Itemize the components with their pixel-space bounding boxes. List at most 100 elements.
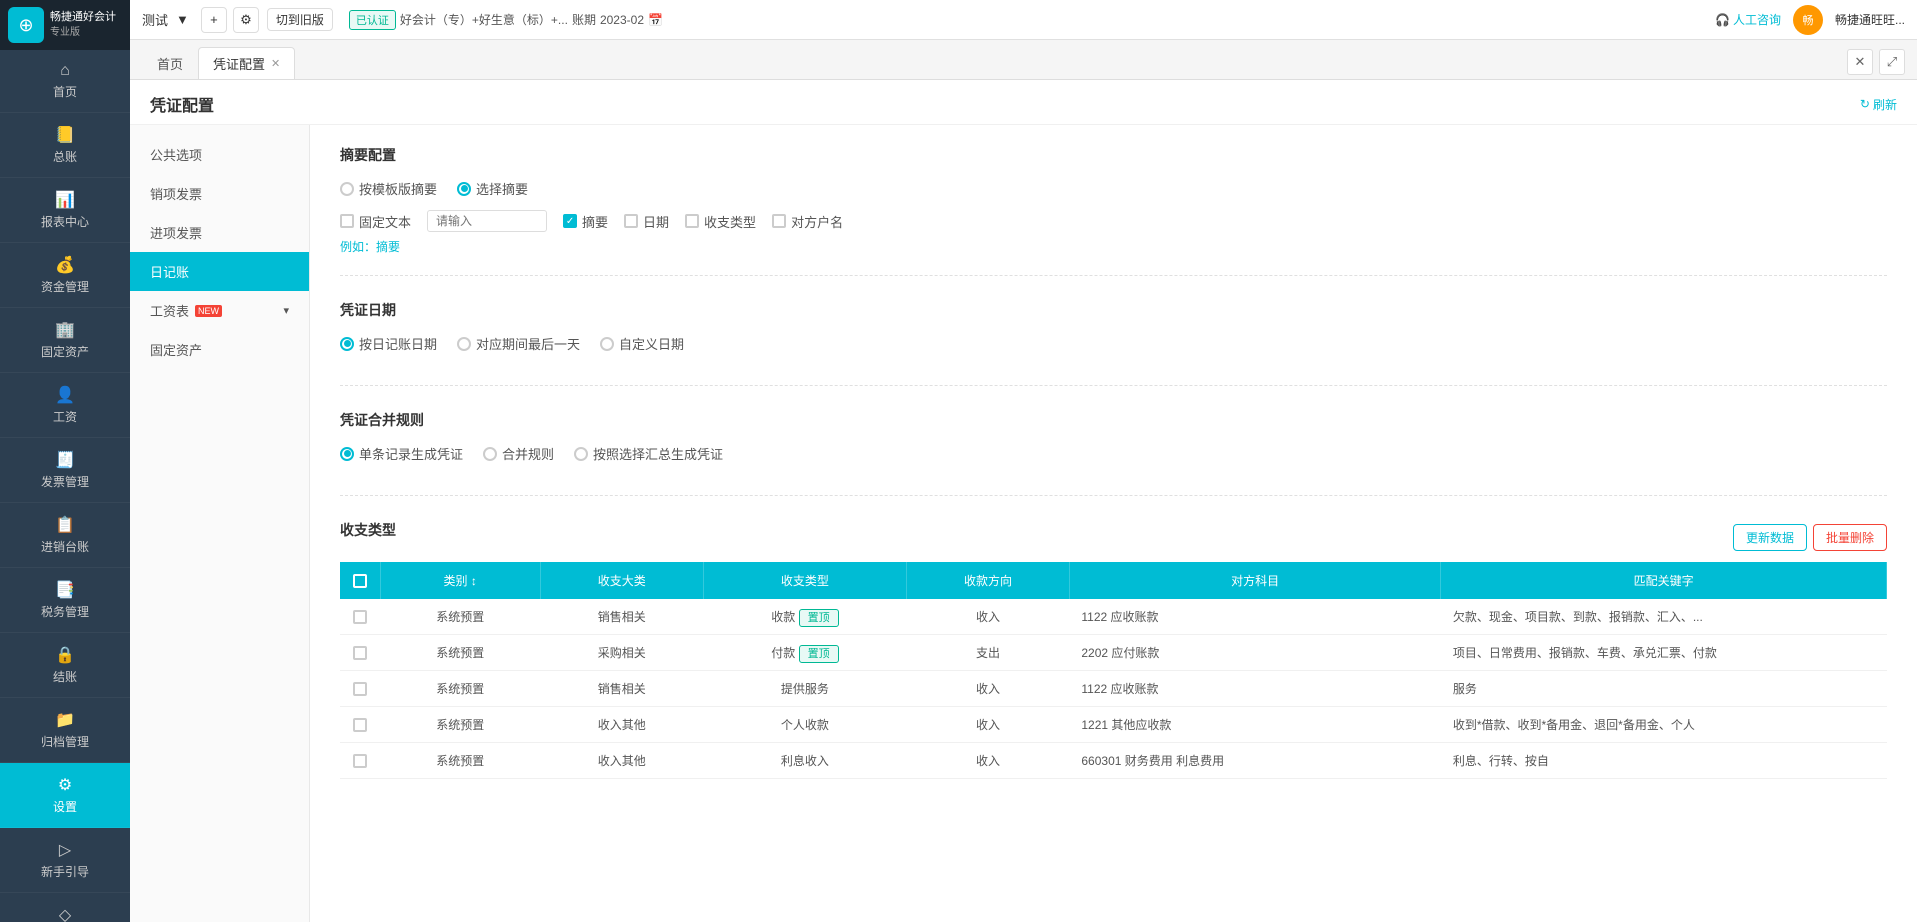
checkbox-income-type[interactable]: 收支类型 [685,212,756,231]
user-name: 畅捷通旺旺... [1835,11,1905,28]
td-checkbox-1[interactable] [340,599,380,635]
td-keywords-5: 利息、行转、按自 [1441,743,1887,779]
left-menu-public[interactable]: 公共选项 [130,135,309,174]
radio-journal-date[interactable]: 按日记账日期 [340,334,437,353]
sidebar-item-settings[interactable]: ⚙ 设置 [0,763,130,828]
sidebar: ⊕ 畅捷通好会计 专业版 ⌂ 首页 📒 总账 📊 报表中心 💰 资金管理 [0,0,130,922]
add-button[interactable]: + [201,7,227,33]
td-major-1: 销售相关 [540,599,703,635]
tax-icon: 📑 [55,580,75,600]
example-text: 例如：摘要 [340,238,1887,255]
left-menu-purchase-invoice[interactable]: 进项发票 [130,213,309,252]
left-menu-sales-invoice[interactable]: 销项发票 [130,174,309,213]
sidebar-item-assets[interactable]: 🏢 固定资产 [0,308,130,373]
home-icon: ⌂ [60,62,70,80]
checkbox-box-summary: ✓ [563,214,577,228]
td-category-4: 系统预置 [380,707,540,743]
page-content: 凭证配置 ↻ 刷新 公共选项 销项发票 进项发票 [130,80,1917,922]
radio-merge[interactable]: 合并规则 [483,444,554,463]
sidebar-item-funds[interactable]: 💰 资金管理 [0,243,130,308]
th-major: 收支大类 [540,562,703,599]
service-button[interactable]: 🎧 人工咨询 [1715,11,1781,28]
radio-circle-custom-date [600,337,614,351]
period-value: 2023-02 [600,13,644,27]
radio-single[interactable]: 单条记录生成凭证 [340,444,463,463]
td-category-3: 系统预置 [380,671,540,707]
td-checkbox-5[interactable] [340,743,380,779]
company-dropdown[interactable]: ▼ [176,12,189,27]
logo-icon: ⊕ [8,7,44,43]
radio-template[interactable]: 按模板版摘要 [340,179,437,198]
left-menu-fixed-assets[interactable]: 固定资产 [130,330,309,369]
close-account-icon: 🔒 [55,645,75,665]
main-content: 测试 ▼ + ⚙ 切到旧版 已认证 好会计（专）+好生意（标）+... 账期 2… [130,0,1917,922]
content-area: 公共选项 销项发票 进项发票 日记账 工资表 NEW ▾ [130,125,1917,922]
td-keywords-1: 欠款、现金、项目款、到款、报销款、汇入、... [1441,599,1887,635]
select-all-checkbox[interactable] [353,574,367,588]
td-major-3: 销售相关 [540,671,703,707]
sidebar-item-archive[interactable]: 📁 归档管理 [0,698,130,763]
top-bar: 测试 ▼ + ⚙ 切到旧版 已认证 好会计（专）+好生意（标）+... 账期 2… [130,0,1917,40]
checkbox-counterparty[interactable]: 对方户名 [772,212,843,231]
radio-circle-select-total [574,447,588,461]
td-checkbox-3[interactable] [340,671,380,707]
left-menu-journal[interactable]: 日记账 [130,252,309,291]
fixed-text-input[interactable] [427,210,547,232]
sidebar-item-salary[interactable]: 👤 工资 [0,373,130,438]
voucher-date-radio-group: 按日记账日期 对应期间最后一天 自定义日期 [340,334,1887,353]
purchase-icon: 📋 [55,515,75,535]
refresh-button[interactable]: ↻ 刷新 [1860,96,1897,113]
close-window-button[interactable]: ✕ [1847,49,1873,75]
radio-circle-period-last [457,337,471,351]
archive-icon: 📁 [55,710,75,730]
radio-circle-merge [483,447,497,461]
sidebar-item-ledger[interactable]: 📒 总账 [0,113,130,178]
left-menu-payroll[interactable]: 工资表 NEW ▾ [130,291,309,330]
invoice-icon: 🧾 [55,450,75,470]
checkbox-date[interactable]: 日期 [624,212,669,231]
sidebar-item-tax[interactable]: 📑 税务管理 [0,568,130,633]
page-title: 凭证配置 [150,92,214,116]
new-badge: NEW [195,305,222,317]
income-type-table: 类别 ↕ 收支大类 收支类型 收款方向 对方科目 匹配关键字 [340,562,1887,779]
sidebar-item-purchase[interactable]: 📋 进销台账 [0,503,130,568]
th-direction: 收款方向 [907,562,1070,599]
income-type-section: 收支类型 更新数据 批量删除 [340,520,1887,779]
sidebar-item-home[interactable]: ⌂ 首页 [0,50,130,113]
td-checkbox-2[interactable] [340,635,380,671]
reset-tag-1[interactable]: 置顶 [799,609,839,627]
settings-gear-button[interactable]: ⚙ [233,7,259,33]
radio-select[interactable]: 选择摘要 [457,179,528,198]
td-account-3: 1122 应收账款 [1069,671,1440,707]
td-account-2: 2202 应付账款 [1069,635,1440,671]
td-type-4: 个人收款 [703,707,907,743]
sidebar-item-member[interactable]: ◇ 畅会员 [0,893,130,922]
table-row: 系统预置 收入其他 利息收入 收入 660301 财务费用 利息费用 利息、行转… [340,743,1887,779]
radio-period-last[interactable]: 对应期间最后一天 [457,334,580,353]
close-tab-icon[interactable]: ✕ [271,57,280,70]
sidebar-item-guide[interactable]: ▷ 新手引导 [0,828,130,893]
reset-tag-2[interactable]: 置顶 [799,645,839,663]
batch-delete-button[interactable]: 批量删除 [1813,524,1887,551]
checkbox-summary[interactable]: ✓ 摘要 [563,212,608,231]
update-data-button[interactable]: 更新数据 [1733,524,1807,551]
radio-circle-single [340,447,354,461]
radio-select-total[interactable]: 按照选择汇总生成凭证 [574,444,723,463]
maximize-window-button[interactable]: ⤢ [1879,49,1905,75]
tab-voucher-config[interactable]: 凭证配置 ✕ [198,47,295,79]
summary-radio-group: 按模板版摘要 选择摘要 [340,179,1887,198]
td-checkbox-4[interactable] [340,707,380,743]
voucher-date-title: 凭证日期 [340,300,1887,320]
radio-custom-date[interactable]: 自定义日期 [600,334,684,353]
th-select-all[interactable] [340,562,380,599]
sidebar-item-invoice[interactable]: 🧾 发票管理 [0,438,130,503]
th-keywords: 匹配关键字 [1441,562,1887,599]
checkbox-fixed-text[interactable]: 固定文本 [340,212,411,231]
tab-home[interactable]: 首页 [142,47,198,79]
sidebar-item-reports[interactable]: 📊 报表中心 [0,178,130,243]
sidebar-item-close[interactable]: 🔒 结账 [0,633,130,698]
page-header: 凭证配置 ↻ 刷新 [130,80,1917,125]
company-name: 测试 [142,10,168,29]
assets-icon: 🏢 [55,320,75,340]
switch-version-button[interactable]: 切到旧版 [267,8,333,31]
